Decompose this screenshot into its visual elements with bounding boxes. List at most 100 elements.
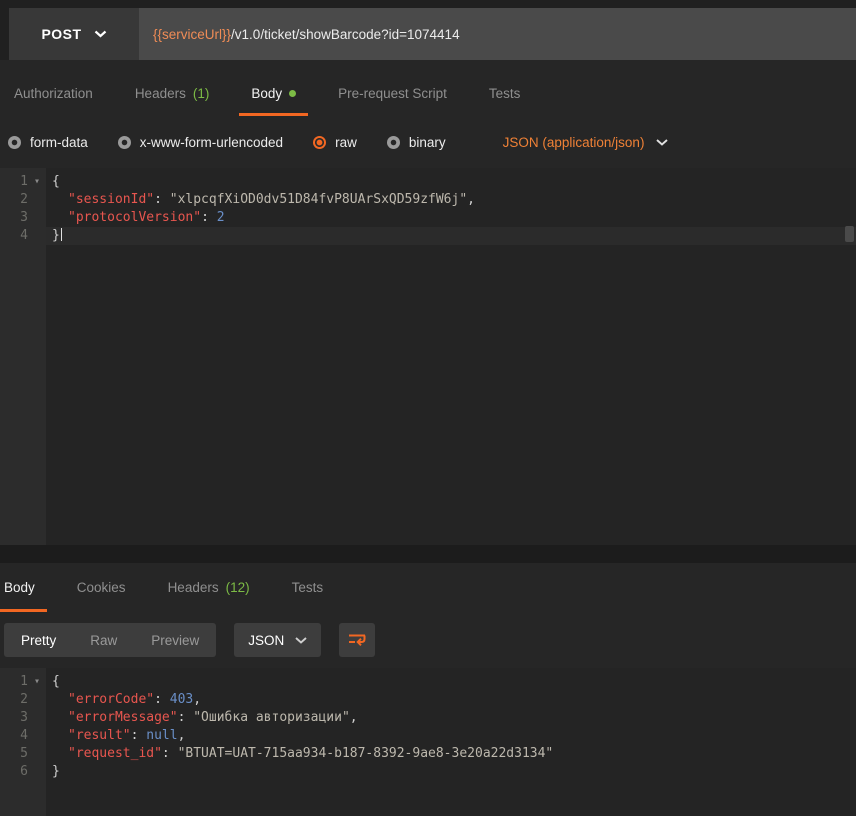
json-comma: , [467, 192, 475, 207]
line-number: 1 [20, 174, 28, 189]
json-key: "result" [68, 728, 131, 743]
json-string-value: "xlpcqfXiOD0dv51D84fvP8UArSxQD59zfW6j" [169, 192, 468, 207]
tab-response-body[interactable]: Body [0, 563, 47, 612]
view-mode-segmented-control: Pretty Raw Preview [4, 623, 217, 657]
response-body-viewer[interactable]: 1 ▾ { 2 "errorCode": 403, 3 "errorMessage… [0, 668, 856, 816]
response-toolbar: Pretty Raw Preview JSON [0, 612, 856, 668]
radio-label: binary [408, 134, 446, 150]
tab-response-headers[interactable]: Headers (12) [156, 563, 262, 612]
chevron-down-icon [94, 30, 106, 38]
json-key: "sessionId" [68, 192, 155, 207]
radio-x-www-form-urlencoded[interactable]: x-www-form-urlencoded [117, 134, 284, 150]
body-type-row: form-data x-www-form-urlencoded raw bina… [0, 116, 856, 168]
code-line: 1 ▾ { [0, 173, 856, 191]
json-key: "protocolVersion" [68, 210, 202, 225]
radio-binary[interactable]: binary [386, 134, 446, 150]
headers-count-badge: (1) [192, 85, 210, 101]
line-number: 6 [20, 764, 28, 779]
format-label: JSON [248, 632, 285, 648]
method-dropdown[interactable]: POST [9, 8, 139, 60]
wrap-lines-icon [349, 634, 366, 646]
chevron-down-icon [295, 636, 307, 644]
line-number: 5 [20, 746, 28, 761]
response-format-dropdown[interactable]: JSON [234, 623, 322, 657]
response-tabs: Body Cookies Headers (12) Tests [0, 563, 856, 612]
json-brace: { [52, 674, 60, 689]
request-url-input[interactable]: {{serviceUrl}}/v1.0/ticket/showBarcode?i… [139, 8, 856, 60]
code-line: 2 "errorCode": 403, [0, 691, 856, 709]
radio-label: raw [335, 134, 357, 150]
code-line: 1 ▾ { [0, 673, 856, 691]
tab-body[interactable]: Body [239, 70, 308, 116]
line-number: 3 [20, 710, 28, 725]
json-number-value: 403 [169, 692, 194, 707]
json-colon: : [130, 728, 147, 743]
line-number: 4 [20, 228, 28, 243]
fold-arrow-icon[interactable]: ▾ [28, 673, 46, 691]
json-colon: : [161, 746, 178, 761]
content-type-dropdown[interactable]: JSON (application/json) [503, 135, 669, 150]
tab-response-tests[interactable]: Tests [280, 563, 336, 612]
request-body-editor[interactable]: 1 ▾ { 2 "sessionId": "xlpcqfXiOD0dv51D84f… [0, 168, 856, 545]
request-url-bar: POST {{serviceUrl}}/v1.0/ticket/showBarc… [0, 8, 856, 60]
line-number: 2 [20, 192, 28, 207]
code-line: 6 } [0, 763, 856, 781]
request-tabs: Authorization Headers (1) Body Pre-reques… [0, 70, 856, 116]
pretty-button[interactable]: Pretty [4, 623, 73, 657]
tab-response-cookies[interactable]: Cookies [65, 563, 138, 612]
tab-headers[interactable]: Headers (1) [123, 70, 222, 116]
code-line-current: 4 } [0, 227, 856, 245]
radio-label: form-data [30, 134, 88, 150]
postman-window: POST {{serviceUrl}}/v1.0/ticket/showBarc… [0, 0, 856, 816]
fold-arrow-icon[interactable]: ▾ [28, 173, 46, 191]
url-path: /v1.0/ticket/showBarcode?id=1074414 [231, 26, 460, 42]
top-strip [0, 0, 856, 8]
json-brace: } [52, 764, 60, 779]
line-number: 2 [20, 692, 28, 707]
text-cursor [60, 228, 62, 241]
code-line: 5 "request_id": "BTUAT=UAT-715aa934-b187… [0, 745, 856, 763]
radio-icon [117, 135, 131, 149]
pane-splitter[interactable] [0, 545, 856, 563]
json-key: "errorCode" [68, 692, 155, 707]
chevron-down-icon [656, 138, 669, 146]
json-null-value: null [146, 728, 178, 743]
tab-pre-request-script[interactable]: Pre-request Script [326, 70, 459, 116]
content-type-label: JSON (application/json) [502, 134, 645, 150]
left-notch [0, 8, 9, 60]
wrap-lines-button[interactable] [339, 623, 376, 657]
json-colon: : [154, 192, 170, 207]
response-headers-count-badge: (12) [225, 580, 250, 595]
json-key: "request_id" [68, 746, 162, 761]
json-string-value: "BTUAT=UAT-715aa934-b187-8392-9ae8-3e20a… [177, 746, 554, 761]
line-number: 3 [20, 210, 28, 225]
tab-authorization[interactable]: Authorization [2, 70, 105, 116]
code-line: 4 "result": null, [0, 727, 856, 745]
raw-button[interactable]: Raw [73, 623, 134, 657]
json-colon: : [201, 210, 217, 225]
preview-button[interactable]: Preview [134, 623, 216, 657]
line-number: 1 [20, 674, 28, 689]
radio-icon [386, 135, 400, 149]
radio-form-data[interactable]: form-data [8, 135, 88, 150]
json-key: "errorMessage" [68, 710, 178, 725]
radio-label: x-www-form-urlencoded [139, 134, 284, 150]
code-line: 3 "errorMessage": "Ошибка авторизации", [0, 709, 856, 727]
json-brace: } [52, 228, 60, 243]
json-brace: { [52, 174, 60, 189]
json-colon: : [177, 710, 194, 725]
tab-tests[interactable]: Tests [477, 70, 533, 116]
url-variable: {{serviceUrl}} [153, 26, 232, 42]
line-number: 4 [20, 728, 28, 743]
json-comma: , [177, 728, 186, 743]
radio-raw[interactable]: raw [313, 135, 357, 150]
code-line: 3 "protocolVersion": 2 [0, 209, 856, 227]
json-string-value: "Ошибка авторизации" [193, 710, 350, 725]
editor-scrollbar-thumb[interactable] [845, 226, 854, 242]
json-number-value: 2 [216, 210, 225, 225]
json-comma: , [193, 692, 202, 707]
body-active-dot-icon [289, 89, 297, 97]
radio-selected-icon [313, 135, 327, 149]
method-label: POST [41, 26, 82, 42]
json-colon: : [154, 692, 170, 707]
